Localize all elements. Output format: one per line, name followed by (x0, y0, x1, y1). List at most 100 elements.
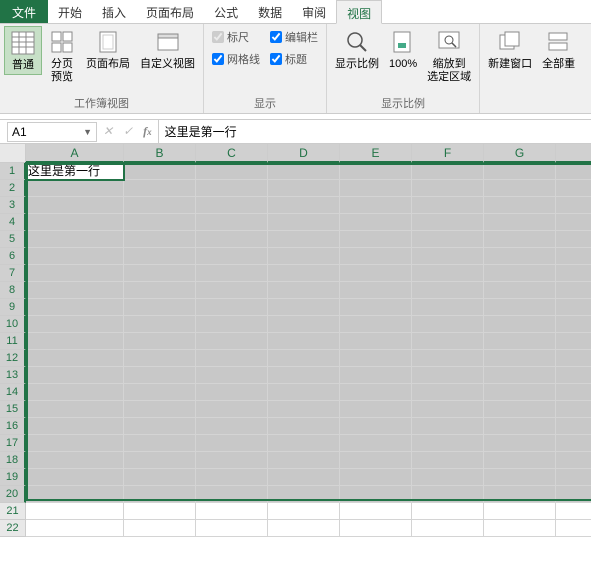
cell[interactable] (196, 367, 268, 384)
cell[interactable] (340, 418, 412, 435)
cell[interactable] (26, 316, 124, 333)
cell[interactable] (412, 401, 484, 418)
cell[interactable] (556, 503, 591, 520)
cell[interactable] (268, 231, 340, 248)
custom-view-button[interactable]: 自定义视图 (136, 26, 199, 73)
cell[interactable] (556, 299, 591, 316)
cell[interactable] (196, 418, 268, 435)
page-break-button[interactable]: 分页 预览 (44, 26, 80, 86)
cell[interactable] (26, 520, 124, 537)
cell[interactable] (484, 486, 556, 503)
cell[interactable] (340, 401, 412, 418)
gridlines-checkbox[interactable]: 网格线 (208, 48, 264, 70)
cell[interactable] (124, 282, 196, 299)
cell[interactable] (196, 486, 268, 503)
row-header-7[interactable]: 7 (0, 265, 26, 282)
cell[interactable] (340, 486, 412, 503)
cell[interactable] (340, 435, 412, 452)
cell[interactable] (26, 367, 124, 384)
cell[interactable] (556, 452, 591, 469)
cell[interactable] (412, 248, 484, 265)
formula-input[interactable]: 这里是第一行 (158, 120, 591, 143)
cell[interactable] (26, 333, 124, 350)
col-header-D[interactable]: D (268, 144, 340, 163)
cell[interactable] (556, 231, 591, 248)
select-all-corner[interactable] (0, 144, 26, 163)
col-header-[interactable] (556, 144, 591, 163)
cell[interactable] (556, 384, 591, 401)
cell[interactable] (268, 299, 340, 316)
page-layout-button[interactable]: 页面布局 (82, 26, 134, 73)
enter-icon[interactable]: ✓ (123, 124, 133, 139)
cell[interactable] (556, 214, 591, 231)
cell[interactable] (268, 503, 340, 520)
cell[interactable] (556, 333, 591, 350)
cell[interactable] (124, 418, 196, 435)
cell[interactable] (26, 248, 124, 265)
headings-checkbox[interactable]: 标题 (266, 48, 322, 70)
zoom-button[interactable]: 显示比例 (331, 26, 383, 73)
cell[interactable] (196, 231, 268, 248)
cell[interactable] (556, 367, 591, 384)
cell[interactable] (268, 418, 340, 435)
row-header-18[interactable]: 18 (0, 452, 26, 469)
cell[interactable] (124, 384, 196, 401)
cell[interactable] (340, 503, 412, 520)
col-header-E[interactable]: E (340, 144, 412, 163)
row-header-5[interactable]: 5 (0, 231, 26, 248)
cell[interactable] (340, 469, 412, 486)
cell[interactable] (412, 486, 484, 503)
cell[interactable] (484, 299, 556, 316)
row-header-4[interactable]: 4 (0, 214, 26, 231)
row-header-16[interactable]: 16 (0, 418, 26, 435)
cell[interactable] (268, 316, 340, 333)
cell[interactable] (556, 265, 591, 282)
cell[interactable] (124, 316, 196, 333)
cell[interactable]: 这里是第一行 (26, 163, 124, 180)
cell[interactable] (340, 231, 412, 248)
cell[interactable] (340, 282, 412, 299)
cell[interactable] (268, 520, 340, 537)
row-header-15[interactable]: 15 (0, 401, 26, 418)
row-header-11[interactable]: 11 (0, 333, 26, 350)
menu-layout[interactable]: 页面布局 (136, 0, 204, 23)
cell[interactable] (484, 231, 556, 248)
row-header-20[interactable]: 20 (0, 486, 26, 503)
cell[interactable] (412, 214, 484, 231)
row-header-13[interactable]: 13 (0, 367, 26, 384)
cell[interactable] (484, 248, 556, 265)
cell[interactable] (556, 163, 591, 180)
menu-formulas[interactable]: 公式 (204, 0, 248, 23)
cell[interactable] (484, 333, 556, 350)
cell[interactable] (196, 282, 268, 299)
cell[interactable] (124, 333, 196, 350)
cell[interactable] (340, 214, 412, 231)
cell[interactable] (340, 265, 412, 282)
cell[interactable] (268, 197, 340, 214)
cell[interactable] (484, 469, 556, 486)
cell[interactable] (412, 418, 484, 435)
cell[interactable] (196, 163, 268, 180)
cell[interactable] (26, 469, 124, 486)
cells-area[interactable]: 这里是第一行 (26, 163, 591, 537)
cell[interactable] (196, 197, 268, 214)
col-header-G[interactable]: G (484, 144, 556, 163)
cell[interactable] (268, 282, 340, 299)
cell[interactable] (412, 367, 484, 384)
menu-home[interactable]: 开始 (48, 0, 92, 23)
cell[interactable] (196, 180, 268, 197)
cell[interactable] (484, 163, 556, 180)
cell[interactable] (412, 350, 484, 367)
cell[interactable] (268, 180, 340, 197)
cell[interactable] (26, 214, 124, 231)
formula-bar-checkbox[interactable]: 编辑栏 (266, 26, 322, 48)
cell[interactable] (340, 163, 412, 180)
cell[interactable] (124, 401, 196, 418)
cell[interactable] (124, 180, 196, 197)
cell[interactable] (196, 384, 268, 401)
zoom-selection-button[interactable]: 缩放到 选定区域 (423, 26, 475, 86)
cell[interactable] (26, 401, 124, 418)
col-header-F[interactable]: F (412, 144, 484, 163)
cell[interactable] (340, 180, 412, 197)
cell[interactable] (26, 435, 124, 452)
